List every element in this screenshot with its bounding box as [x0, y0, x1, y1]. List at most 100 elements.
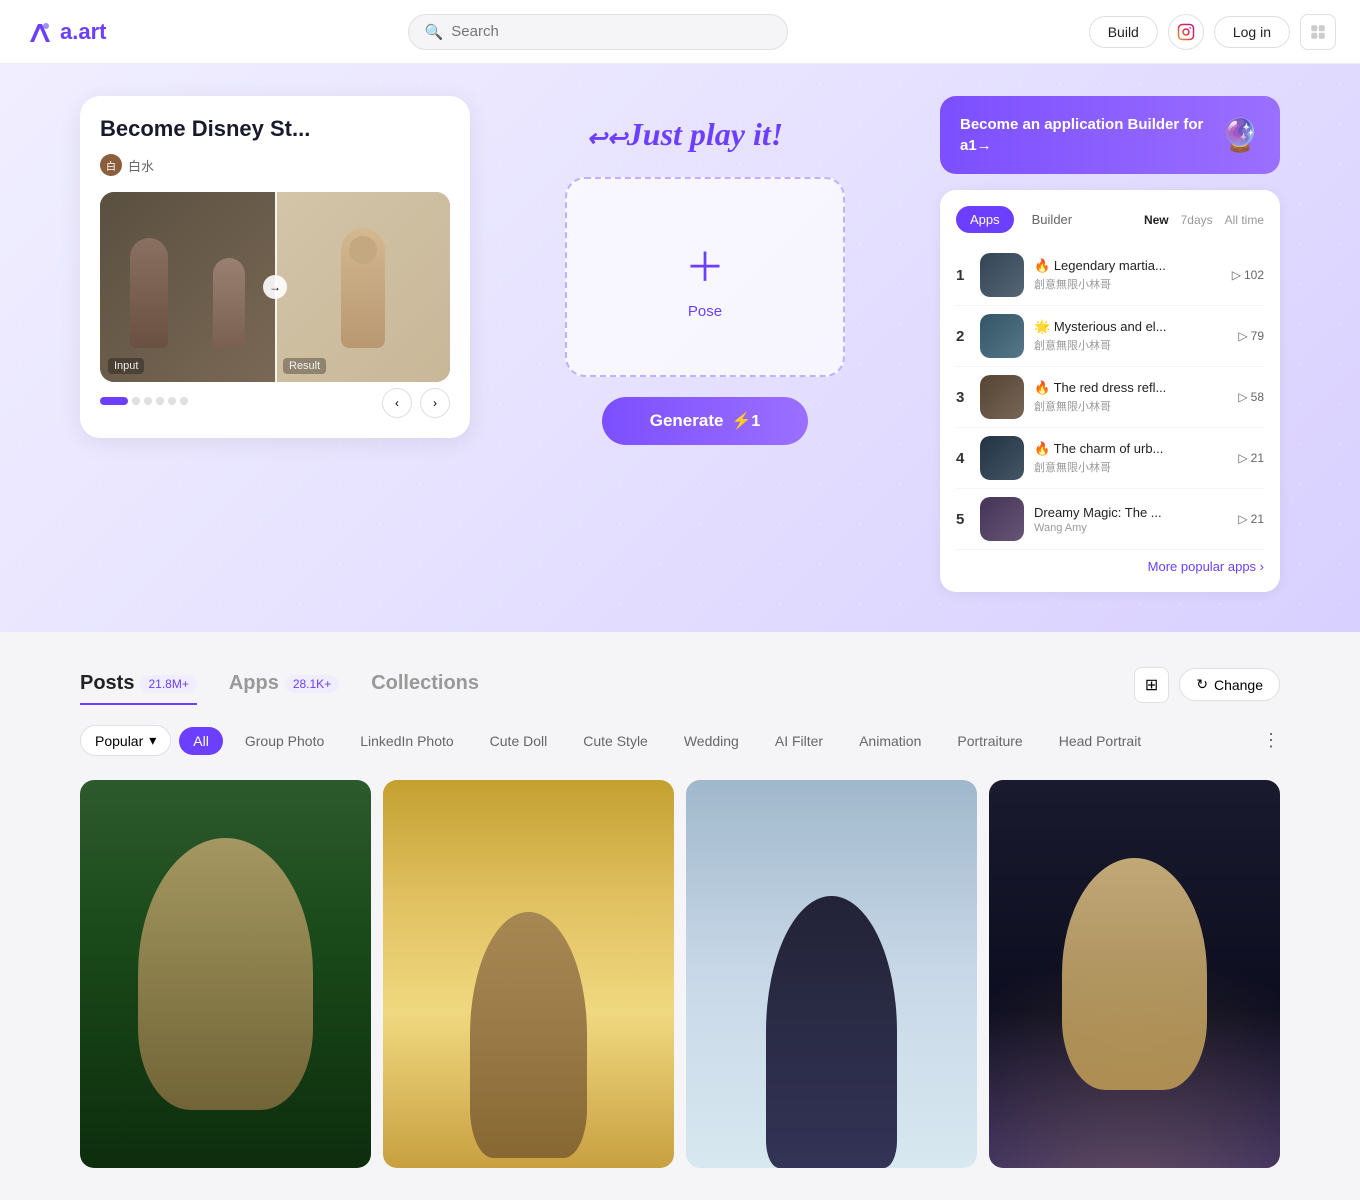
- tab-collections[interactable]: Collections: [371, 664, 479, 705]
- search-icon: 🔍: [425, 23, 444, 41]
- result-label: Result: [283, 358, 326, 374]
- tab-apps-section[interactable]: Apps 28.1K+: [229, 664, 339, 705]
- app-card-author: 白 白水: [100, 154, 450, 176]
- app-thumb-5: [980, 497, 1024, 541]
- rank-4: 4: [956, 450, 970, 467]
- app-views-4: ▷ 21: [1238, 451, 1264, 465]
- filter-head-portrait[interactable]: Head Portrait: [1045, 727, 1155, 755]
- filter-cute-style[interactable]: Cute Style: [569, 727, 662, 755]
- user-button[interactable]: [1300, 14, 1336, 50]
- logo-text: a.art: [60, 19, 106, 45]
- featured-app-card: Become Disney St... 白 白水 Input →: [80, 96, 470, 438]
- lightning-icon: ⚡1: [731, 411, 760, 431]
- grid-image-2[interactable]: [383, 780, 674, 1168]
- app-views-5: ▷ 21: [1238, 512, 1264, 526]
- instagram-button[interactable]: [1168, 14, 1204, 50]
- app-item-1[interactable]: 1 🔥 Legendary martia... 創意無限小林哥 ▷ 102: [956, 245, 1264, 306]
- search-bar[interactable]: 🔍: [408, 14, 788, 50]
- builder-banner[interactable]: Become an application Builder for a1→ 🔮: [940, 96, 1280, 174]
- app-info-2: 🌟 Mysterious and el... 創意無限小林哥: [1034, 319, 1228, 353]
- app-title-3: 🔥 The red dress refl...: [1034, 380, 1174, 396]
- filter-animation[interactable]: Animation: [845, 727, 935, 755]
- chevron-down-icon: ▾: [149, 732, 156, 749]
- app-title-5: Dreamy Magic: The ...: [1034, 505, 1174, 520]
- time-new[interactable]: New: [1144, 213, 1169, 227]
- next-button[interactable]: ›: [420, 388, 450, 418]
- card-dots: [100, 397, 188, 405]
- app-title-1: 🔥 Legendary martia...: [1034, 258, 1174, 274]
- time-alltime[interactable]: All time: [1225, 213, 1264, 227]
- apps-tab-label: Apps: [229, 672, 279, 695]
- layout-button[interactable]: ⊞: [1134, 667, 1169, 703]
- filter-wedding[interactable]: Wedding: [670, 727, 753, 755]
- app-author-3: 創意無限小林哥: [1034, 398, 1228, 414]
- app-title-4: 🔥 The charm of urb...: [1034, 441, 1174, 457]
- rank-3: 3: [956, 389, 970, 406]
- apps-tabs: Apps Builder: [956, 206, 1086, 233]
- prev-button[interactable]: ‹: [382, 388, 412, 418]
- pose-upload-area[interactable]: ＋ Pose: [565, 177, 845, 377]
- tab-apps[interactable]: Apps: [956, 206, 1014, 233]
- hero-section: Become Disney St... 白 白水 Input →: [0, 64, 1360, 632]
- filter-cute-doll[interactable]: Cute Doll: [476, 727, 562, 755]
- view-icon-3: ▷: [1238, 390, 1247, 404]
- build-button[interactable]: Build: [1089, 16, 1158, 48]
- time-7days[interactable]: 7days: [1181, 213, 1213, 227]
- tab-builder[interactable]: Builder: [1018, 206, 1086, 233]
- app-item-3[interactable]: 3 🔥 The red dress refl... 創意無限小林哥 ▷ 58: [956, 367, 1264, 428]
- rank-2: 2: [956, 328, 970, 345]
- posts-tab-label: Posts: [80, 672, 134, 695]
- app-info-5: Dreamy Magic: The ... Wang Amy: [1034, 505, 1228, 534]
- generate-button[interactable]: Generate ⚡1: [602, 397, 809, 445]
- header-right: Build Log in: [1089, 14, 1336, 50]
- filter-all[interactable]: All: [179, 727, 223, 755]
- filter-portraiture[interactable]: Portraiture: [943, 727, 1036, 755]
- posts-count-badge: 21.8M+: [140, 675, 196, 693]
- logo[interactable]: a.art: [24, 16, 106, 48]
- tab-posts[interactable]: Posts 21.8M+: [80, 664, 197, 705]
- filter-ai-filter[interactable]: AI Filter: [761, 727, 837, 755]
- posts-actions: ⊞ ↻ Change: [1134, 667, 1280, 703]
- grid-image-4[interactable]: [989, 780, 1280, 1168]
- app-thumb-2: [980, 314, 1024, 358]
- input-label: Input: [108, 358, 144, 374]
- app-thumb-3: [980, 375, 1024, 419]
- hero-center: ↩↩ Just play it! ＋ Pose Generate ⚡1: [494, 96, 916, 445]
- apps-count-badge: 28.1K+: [285, 675, 339, 693]
- app-views-3: ▷ 58: [1238, 390, 1264, 404]
- change-icon: ↻: [1196, 676, 1208, 693]
- search-input[interactable]: [451, 23, 770, 40]
- dot-6: [180, 397, 188, 405]
- hero-tagline: ↩↩ Just play it!: [627, 116, 783, 153]
- author-name: 白水: [128, 156, 154, 175]
- more-apps-link[interactable]: More popular apps ›: [956, 558, 1264, 576]
- sort-label: Popular: [95, 733, 143, 749]
- login-button[interactable]: Log in: [1214, 16, 1290, 48]
- app-author-5: Wang Amy: [1034, 522, 1228, 534]
- more-apps-text[interactable]: More popular apps ›: [1148, 559, 1264, 574]
- app-title-2: 🌟 Mysterious and el...: [1034, 319, 1174, 335]
- view-icon-4: ▷: [1238, 451, 1247, 465]
- header: a.art 🔍 Build: [0, 0, 1360, 64]
- dot-3: [144, 397, 152, 405]
- view-icon-1: ▷: [1232, 268, 1241, 282]
- app-item-2[interactable]: 2 🌟 Mysterious and el... 創意無限小林哥 ▷ 79: [956, 306, 1264, 367]
- app-author-4: 創意無限小林哥: [1034, 459, 1228, 475]
- app-thumb-1: [980, 253, 1024, 297]
- app-item-4[interactable]: 4 🔥 The charm of urb... 創意無限小林哥 ▷ 21: [956, 428, 1264, 489]
- filter-linkedin-photo[interactable]: LinkedIn Photo: [346, 727, 467, 755]
- dot-4: [156, 397, 164, 405]
- grid-image-3[interactable]: [686, 780, 977, 1168]
- banner-icon: 🔮: [1220, 116, 1260, 154]
- pose-label: Pose: [688, 303, 722, 320]
- hero-right-panel: Become an application Builder for a1→ 🔮 …: [940, 96, 1280, 592]
- filter-more-icon[interactable]: ⋮: [1262, 730, 1280, 751]
- app-item-5[interactable]: 5 Dreamy Magic: The ... Wang Amy ▷ 21: [956, 489, 1264, 550]
- filter-group-photo[interactable]: Group Photo: [231, 727, 338, 755]
- generate-label: Generate: [650, 411, 724, 431]
- apps-panel: Apps Builder New 7days All time 1 🔥 Lege…: [940, 190, 1280, 592]
- sort-select[interactable]: Popular ▾: [80, 725, 171, 756]
- change-button[interactable]: ↻ Change: [1179, 668, 1280, 701]
- posts-section: Posts 21.8M+ Apps 28.1K+ Collections ⊞ ↻…: [0, 632, 1360, 1200]
- grid-image-1[interactable]: [80, 780, 371, 1168]
